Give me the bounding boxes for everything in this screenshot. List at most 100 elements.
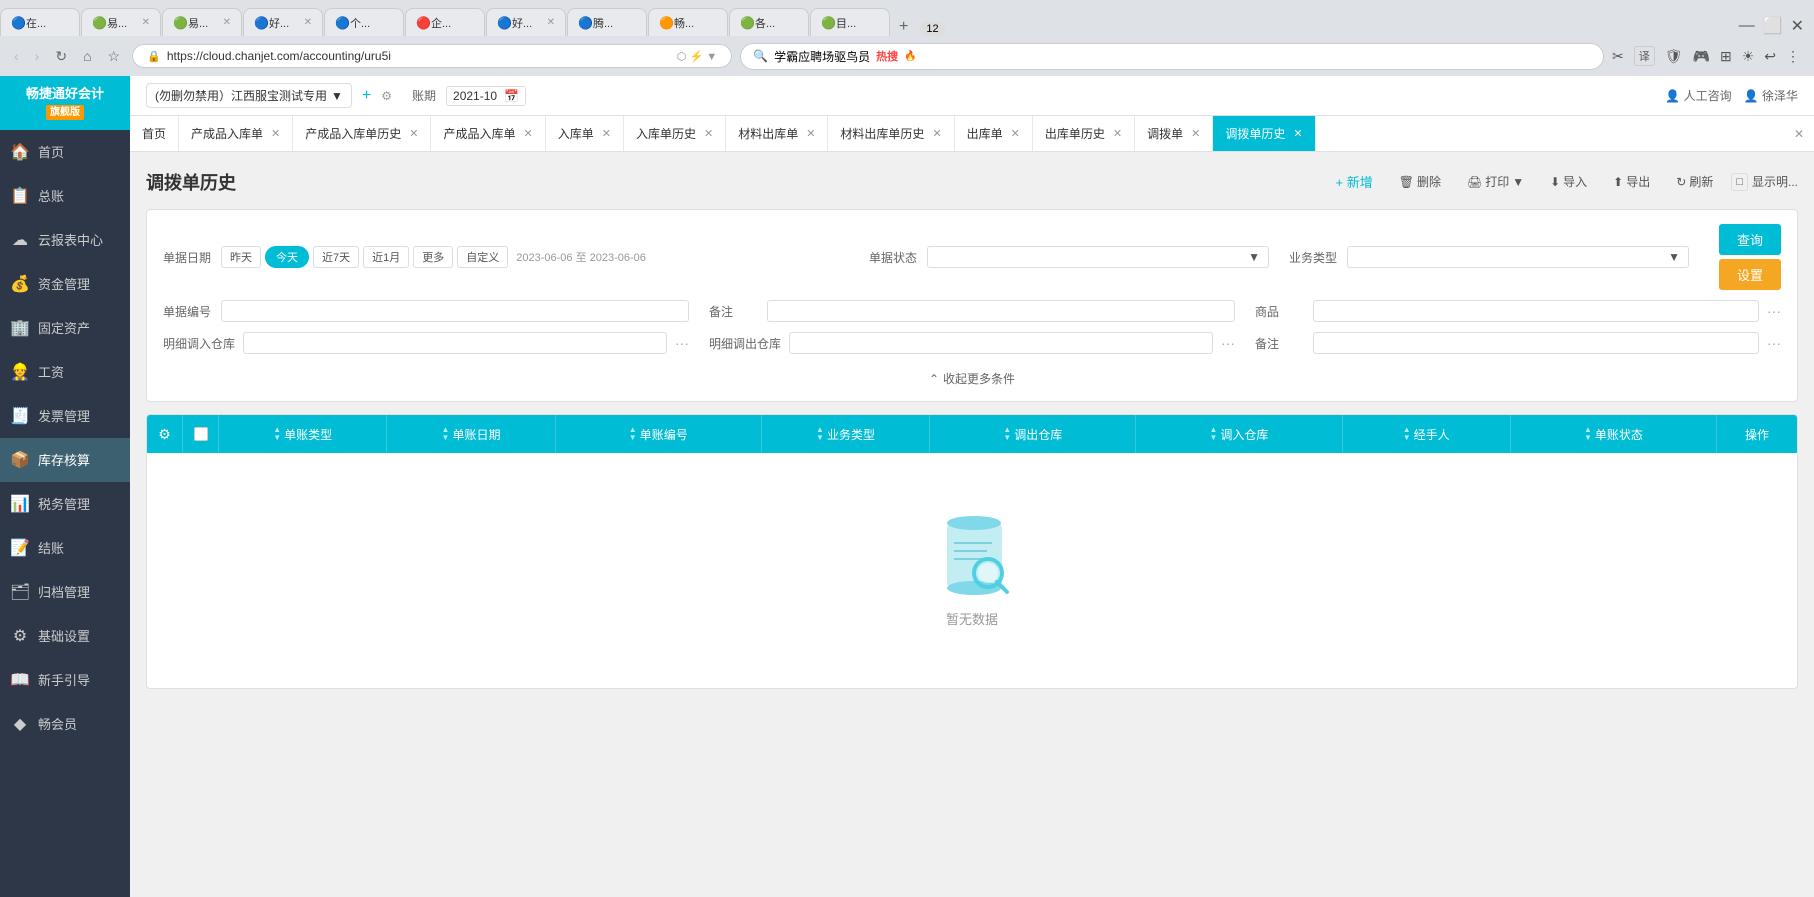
- user-button[interactable]: 👤 徐泽华: [1744, 87, 1798, 104]
- maximize-icon[interactable]: ⬜: [1763, 16, 1783, 36]
- th-doc-number[interactable]: ▲▼ 单账编号: [556, 415, 762, 453]
- home-button[interactable]: ⌂: [79, 46, 95, 66]
- browser-tab-6[interactable]: 🔵 好... ✕: [486, 8, 566, 36]
- close-tab-inbound-history[interactable]: ✕: [704, 127, 713, 140]
- sidebar-item-assets[interactable]: 🏢 固定资产: [0, 306, 130, 350]
- close-tab-product-inbound2[interactable]: ✕: [524, 127, 533, 140]
- close-tab-product-history[interactable]: ✕: [409, 127, 418, 140]
- shield-icon[interactable]: 🛡: [1665, 48, 1683, 65]
- th-in-warehouse[interactable]: ▲▼ 调入仓库: [1136, 415, 1342, 453]
- import-button[interactable]: ⬇ 导入: [1542, 169, 1595, 194]
- settings-gear-icon[interactable]: ⚙: [381, 89, 392, 103]
- search-bar[interactable]: 🔍 学霸应聘场驱鸟员 热搜 🔥: [740, 43, 1604, 70]
- close-tab-transfer-history[interactable]: ✕: [1293, 127, 1302, 140]
- print-button[interactable]: 🖨 打印 ▼: [1459, 169, 1532, 194]
- detail-in-input[interactable]: [243, 332, 667, 354]
- yesterday-button[interactable]: 昨天: [221, 246, 261, 268]
- forward-button[interactable]: ›: [31, 46, 44, 66]
- th-out-warehouse[interactable]: ▲▼ 调出仓库: [930, 415, 1136, 453]
- sidebar-item-inventory[interactable]: 📦 库存核算: [0, 438, 130, 482]
- tab-material-out[interactable]: 材料出库单 ✕: [726, 116, 828, 152]
- export-button[interactable]: ⬆ 导出: [1605, 169, 1658, 194]
- sidebar-item-guide[interactable]: 📖 新手引导: [0, 658, 130, 702]
- goods-input[interactable]: [1313, 300, 1759, 322]
- browser-tab-9[interactable]: 🟢 各...: [729, 8, 809, 36]
- detail-out-input[interactable]: [789, 332, 1213, 354]
- browser-tab-5[interactable]: 🔴 企...: [405, 8, 485, 36]
- tab-product-inbound[interactable]: 产成品入库单 ✕: [179, 116, 293, 152]
- browser-tab-10[interactable]: 🟢 目...: [810, 8, 890, 36]
- th-doc-type[interactable]: ▲▼ 单账类型: [219, 415, 387, 453]
- cut-icon[interactable]: ✂: [1612, 48, 1624, 65]
- th-doc-status[interactable]: ▲▼ 单账状态: [1511, 415, 1717, 453]
- detail-in-more-icon[interactable]: ···: [675, 335, 689, 351]
- tab-transfer[interactable]: 调拨单 ✕: [1135, 116, 1213, 152]
- th-biz-type[interactable]: ▲▼ 业务类型: [762, 415, 930, 453]
- undo-icon[interactable]: ↩: [1764, 48, 1776, 65]
- query-button[interactable]: 查询: [1719, 224, 1781, 255]
- tab-product-inbound-history[interactable]: 产成品入库单历史 ✕: [293, 116, 431, 152]
- settings-button[interactable]: 设置: [1719, 259, 1781, 290]
- close-tab-outbound[interactable]: ✕: [1011, 127, 1020, 140]
- custom-date-button[interactable]: 自定义: [457, 246, 508, 268]
- tab-home[interactable]: 首页: [130, 116, 179, 152]
- detail-out-more-icon[interactable]: ···: [1221, 335, 1235, 351]
- today-button[interactable]: 今天: [265, 246, 309, 268]
- sidebar-item-salary[interactable]: 👷 工资: [0, 350, 130, 394]
- th-handler[interactable]: ▲▼ 经手人: [1343, 415, 1511, 453]
- close-tab-product-inbound[interactable]: ✕: [271, 127, 280, 140]
- refresh-page-button[interactable]: ↻ 刷新: [1668, 169, 1721, 194]
- sidebar-item-home[interactable]: 🏠 首页: [0, 130, 130, 174]
- tab-material-out-history[interactable]: 材料出库单历史 ✕: [828, 116, 954, 152]
- browser-tab-1[interactable]: 🟢 易... ✕: [81, 8, 161, 36]
- company-selector[interactable]: (勿删勿禁用）江西服宝测试专用 ▼: [146, 83, 352, 108]
- close-tab-material-out-history[interactable]: ✕: [932, 127, 941, 140]
- checkbox-show-all[interactable]: □: [1731, 173, 1748, 191]
- sidebar-item-close[interactable]: 📝 结账: [0, 526, 130, 570]
- biz-type-select[interactable]: ▼: [1347, 246, 1689, 268]
- docnum-input[interactable]: [221, 300, 689, 322]
- browser-tab-0[interactable]: 🔵 在...: [0, 8, 80, 36]
- add-company-button[interactable]: +: [362, 87, 371, 105]
- tab-outbound-history[interactable]: 出库单历史 ✕: [1033, 116, 1135, 152]
- period-value[interactable]: 2021-10 📅: [446, 86, 526, 106]
- address-input[interactable]: 🔒 https://cloud.chanjet.com/accounting/u…: [132, 44, 732, 68]
- th-checkbox[interactable]: [183, 415, 219, 453]
- sidebar-item-archive[interactable]: 🗂 归档管理: [0, 570, 130, 614]
- theme-icon[interactable]: ☀: [1742, 48, 1755, 65]
- tab-count[interactable]: 12: [920, 22, 944, 36]
- remark2-input[interactable]: [1313, 332, 1759, 354]
- remark2-more-icon[interactable]: ···: [1767, 335, 1781, 351]
- close-all-tabs-button[interactable]: ✕: [1794, 127, 1814, 141]
- last1month-button[interactable]: 近1月: [363, 246, 409, 268]
- tab-transfer-history[interactable]: 调拨单历史 ✕: [1213, 116, 1315, 152]
- status-select[interactable]: ▼: [927, 246, 1269, 268]
- consult-button[interactable]: 👤 人工咨询: [1665, 87, 1731, 104]
- minimize-icon[interactable]: —: [1739, 17, 1755, 35]
- th-settings[interactable]: ⚙: [147, 415, 183, 453]
- sidebar-item-settings[interactable]: ⚙ 基础设置: [0, 614, 130, 658]
- sidebar-item-member[interactable]: ◆ 畅会员: [0, 702, 130, 746]
- close-icon[interactable]: ✕: [1791, 16, 1804, 36]
- new-button[interactable]: + 新增: [1327, 168, 1380, 195]
- collapse-button[interactable]: ⌃ 收起更多条件: [163, 364, 1781, 387]
- tab-product-inbound2[interactable]: 产成品入库单 ✕: [431, 116, 545, 152]
- sidebar-item-invoice[interactable]: 🧾 发票管理: [0, 394, 130, 438]
- sidebar-item-tax[interactable]: 📊 税务管理: [0, 482, 130, 526]
- menu-icon[interactable]: ⋮: [1786, 48, 1800, 65]
- new-tab-button[interactable]: +: [891, 18, 916, 36]
- table-gear-icon[interactable]: ⚙: [158, 426, 171, 443]
- tab-outbound[interactable]: 出库单 ✕: [955, 116, 1033, 152]
- sidebar-item-funds[interactable]: 💰 资金管理: [0, 262, 130, 306]
- remark-input[interactable]: [767, 300, 1235, 322]
- browser-tab-4[interactable]: 🔵 个...: [324, 8, 404, 36]
- goods-more-icon[interactable]: ···: [1767, 303, 1781, 319]
- browser-tab-3[interactable]: 🔵 好... ✕: [243, 8, 323, 36]
- more-date-button[interactable]: 更多: [413, 246, 453, 268]
- last7days-button[interactable]: 近7天: [313, 246, 359, 268]
- bookmark-button[interactable]: ☆: [104, 46, 125, 67]
- close-tab-inbound[interactable]: ✕: [602, 127, 611, 140]
- close-tab-transfer[interactable]: ✕: [1191, 127, 1200, 140]
- sidebar-item-ledger[interactable]: 📋 总账: [0, 174, 130, 218]
- show-all-button[interactable]: □ 显示明...: [1731, 173, 1798, 191]
